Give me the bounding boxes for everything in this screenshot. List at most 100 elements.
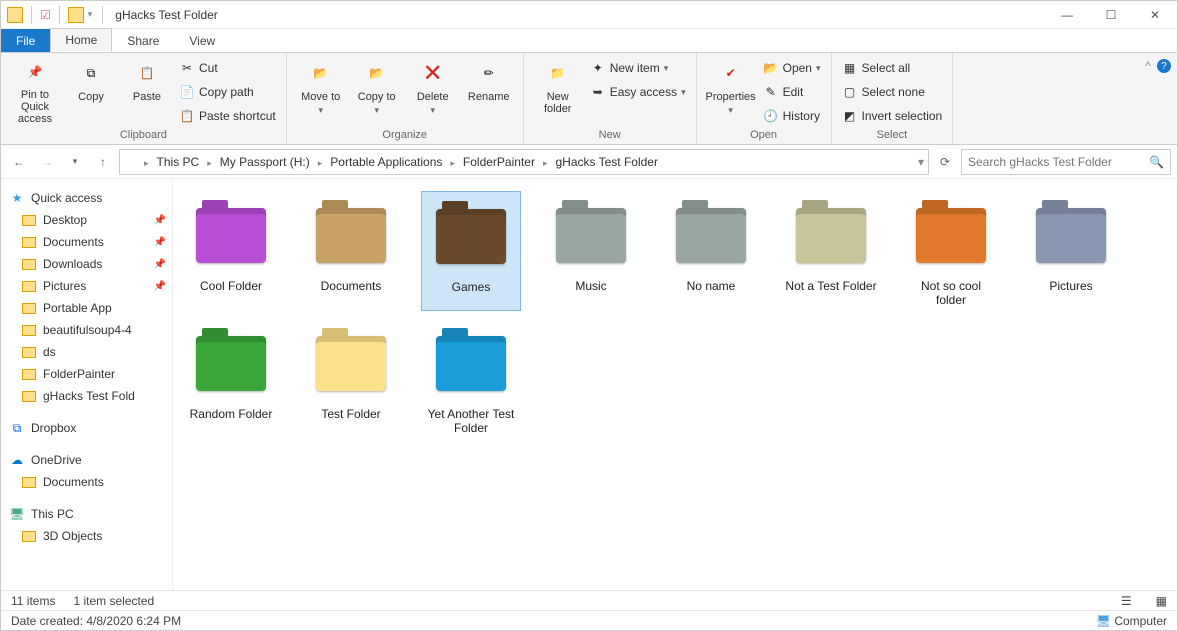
folder-label: Pictures bbox=[1049, 275, 1092, 293]
easy-access-button[interactable]: ➥Easy access bbox=[586, 81, 690, 103]
folder-item[interactable]: Music bbox=[541, 191, 641, 311]
folder-qat-icon[interactable] bbox=[68, 7, 84, 23]
copy-path-icon: 📄 bbox=[179, 84, 195, 100]
folder-item[interactable]: Not a Test Folder bbox=[781, 191, 881, 311]
folder-item[interactable]: Pictures bbox=[1021, 191, 1121, 311]
folder-label: Games bbox=[452, 276, 491, 294]
back-button[interactable]: ← bbox=[7, 150, 31, 174]
history-button[interactable]: 🕘History bbox=[759, 105, 825, 127]
properties-button[interactable]: ✔Properties bbox=[703, 55, 759, 127]
sidebar-quick-access[interactable]: ★Quick access bbox=[1, 187, 172, 209]
folder-item[interactable]: Cool Folder bbox=[181, 191, 281, 311]
forward-button[interactable]: → bbox=[35, 150, 59, 174]
computer-label: Computer bbox=[1114, 614, 1167, 628]
view-large-icon[interactable]: ▦ bbox=[1156, 594, 1167, 608]
sidebar-item[interactable]: Pictures 📌 bbox=[1, 275, 172, 297]
delete-button[interactable]: ✕Delete bbox=[405, 55, 461, 127]
folder-item[interactable]: Yet Another Test Folder bbox=[421, 319, 521, 439]
sidebar-item[interactable]: gHacks Test Fold bbox=[1, 385, 172, 407]
sidebar-item[interactable]: Desktop📌 bbox=[1, 209, 172, 231]
sidebar-item[interactable]: Documents📌 bbox=[1, 231, 172, 253]
sidebar-item-label: Pictures bbox=[43, 279, 86, 293]
maximize-button[interactable]: ☐ bbox=[1089, 1, 1133, 29]
pin-icon: 📌 bbox=[154, 281, 166, 292]
folder-item[interactable]: Not so cool folder bbox=[901, 191, 1001, 311]
sidebar-item[interactable]: FolderPainter bbox=[1, 363, 172, 385]
rename-button[interactable]: ✏Rename bbox=[461, 55, 517, 127]
collapse-ribbon-icon[interactable]: ^ bbox=[1145, 59, 1151, 73]
status-bar: 11 items 1 item selected ☰ ▦ bbox=[1, 590, 1177, 610]
sidebar-dropbox[interactable]: ⧉Dropbox bbox=[1, 417, 172, 439]
breadcrumb-seg[interactable]: gHacks Test Folder bbox=[551, 153, 662, 171]
sidebar-item[interactable]: Portable App bbox=[1, 297, 172, 319]
copy-path-button[interactable]: 📄Copy path bbox=[175, 81, 280, 103]
qat-dropdown-icon[interactable]: ▾ bbox=[88, 9, 93, 20]
select-all-button[interactable]: ▦Select all bbox=[838, 57, 947, 79]
sidebar-item[interactable]: beautifulsoup4-4 bbox=[1, 319, 172, 341]
folder-label: No name bbox=[687, 275, 736, 293]
content-area[interactable]: Cool FolderDocuments Games Music No name Not… bbox=[173, 179, 1177, 590]
breadcrumb-seg[interactable]: This PC bbox=[153, 153, 204, 171]
tab-share[interactable]: Share bbox=[112, 29, 174, 52]
cut-button[interactable]: ✂Cut bbox=[175, 57, 280, 79]
breadcrumb[interactable]: This PC My Passport (H:) Portable Applic… bbox=[119, 149, 929, 175]
tab-home[interactable]: Home bbox=[50, 28, 112, 52]
sidebar-item[interactable]: ds bbox=[1, 341, 172, 363]
folder-icon bbox=[21, 366, 37, 382]
folder-icon bbox=[21, 388, 37, 404]
invert-selection-button[interactable]: ◩Invert selection bbox=[838, 105, 947, 127]
view-details-icon[interactable]: ☰ bbox=[1121, 594, 1132, 608]
select-none-button[interactable]: ▢Select none bbox=[838, 81, 947, 103]
edit-button[interactable]: ✎Edit bbox=[759, 81, 825, 103]
tab-file[interactable]: File bbox=[1, 29, 50, 52]
select-all-icon: ▦ bbox=[842, 60, 858, 76]
folder-item[interactable]: Documents bbox=[301, 191, 401, 311]
pin-icon: 📌 bbox=[154, 237, 166, 248]
close-button[interactable]: ✕ bbox=[1133, 1, 1177, 29]
folder-icon bbox=[21, 256, 37, 272]
sidebar-item[interactable]: Documents bbox=[1, 471, 172, 493]
group-open-label: Open bbox=[703, 128, 825, 142]
tab-view[interactable]: View bbox=[174, 29, 230, 52]
new-item-button[interactable]: ✦New item bbox=[586, 57, 690, 79]
up-button[interactable]: ↑ bbox=[91, 150, 115, 174]
sidebar-item[interactable]: Downloads📌 bbox=[1, 253, 172, 275]
pin-quick-access-button[interactable]: 📌Pin to Quick access bbox=[7, 55, 63, 127]
properties-qat-icon[interactable]: ☑ bbox=[40, 8, 51, 22]
details-bar: Date created: 4/8/2020 6:24 PM 🖥 Compute… bbox=[1, 610, 1177, 630]
sidebar-onedrive[interactable]: ☁OneDrive bbox=[1, 449, 172, 471]
star-icon: ★ bbox=[9, 190, 25, 206]
delete-icon: ✕ bbox=[417, 57, 449, 89]
help-icon[interactable]: ? bbox=[1157, 59, 1171, 73]
folder-label: Random Folder bbox=[190, 403, 273, 421]
folder-item[interactable]: Games bbox=[421, 191, 521, 311]
breadcrumb-dropdown-icon[interactable]: ▾ bbox=[918, 155, 924, 169]
copy-to-button[interactable]: 📂Copy to bbox=[349, 55, 405, 127]
search-input[interactable] bbox=[968, 155, 1149, 169]
folder-item[interactable]: Random Folder bbox=[181, 319, 281, 439]
paste-button[interactable]: 📋Paste bbox=[119, 55, 175, 127]
sidebar-item-label: Desktop bbox=[43, 213, 87, 227]
copy-icon: ⧉ bbox=[75, 57, 107, 89]
recent-button[interactable]: ▾ bbox=[63, 150, 87, 174]
move-to-button[interactable]: 📂Move to bbox=[293, 55, 349, 127]
folder-item[interactable]: Test Folder bbox=[301, 319, 401, 439]
breadcrumb-seg[interactable]: FolderPainter bbox=[459, 153, 539, 171]
open-button[interactable]: 📂Open bbox=[759, 57, 825, 79]
paste-shortcut-button[interactable]: 📋Paste shortcut bbox=[175, 105, 280, 127]
new-folder-button[interactable]: 📁New folder bbox=[530, 55, 586, 127]
breadcrumb-seg[interactable]: Portable Applications bbox=[326, 153, 446, 171]
folder-item[interactable]: No name bbox=[661, 191, 761, 311]
copy-button[interactable]: ⧉Copy bbox=[63, 55, 119, 127]
sidebar-item[interactable]: 3D Objects bbox=[1, 525, 172, 547]
breadcrumb-seg[interactable]: My Passport (H:) bbox=[216, 153, 314, 171]
sidebar-item-label: Downloads bbox=[43, 257, 102, 271]
address-bar: ← → ▾ ↑ This PC My Passport (H:) Portabl… bbox=[1, 145, 1177, 179]
sidebar-thispc[interactable]: 🖥This PC bbox=[1, 503, 172, 525]
search-box[interactable]: 🔍 bbox=[961, 149, 1171, 175]
title-bar: ☑ ▾ gHacks Test Folder — ☐ ✕ bbox=[1, 1, 1177, 29]
refresh-button[interactable]: ⟳ bbox=[933, 150, 957, 174]
selection-count: 1 item selected bbox=[73, 594, 154, 608]
group-clipboard-label: Clipboard bbox=[7, 128, 280, 142]
minimize-button[interactable]: — bbox=[1045, 1, 1089, 29]
